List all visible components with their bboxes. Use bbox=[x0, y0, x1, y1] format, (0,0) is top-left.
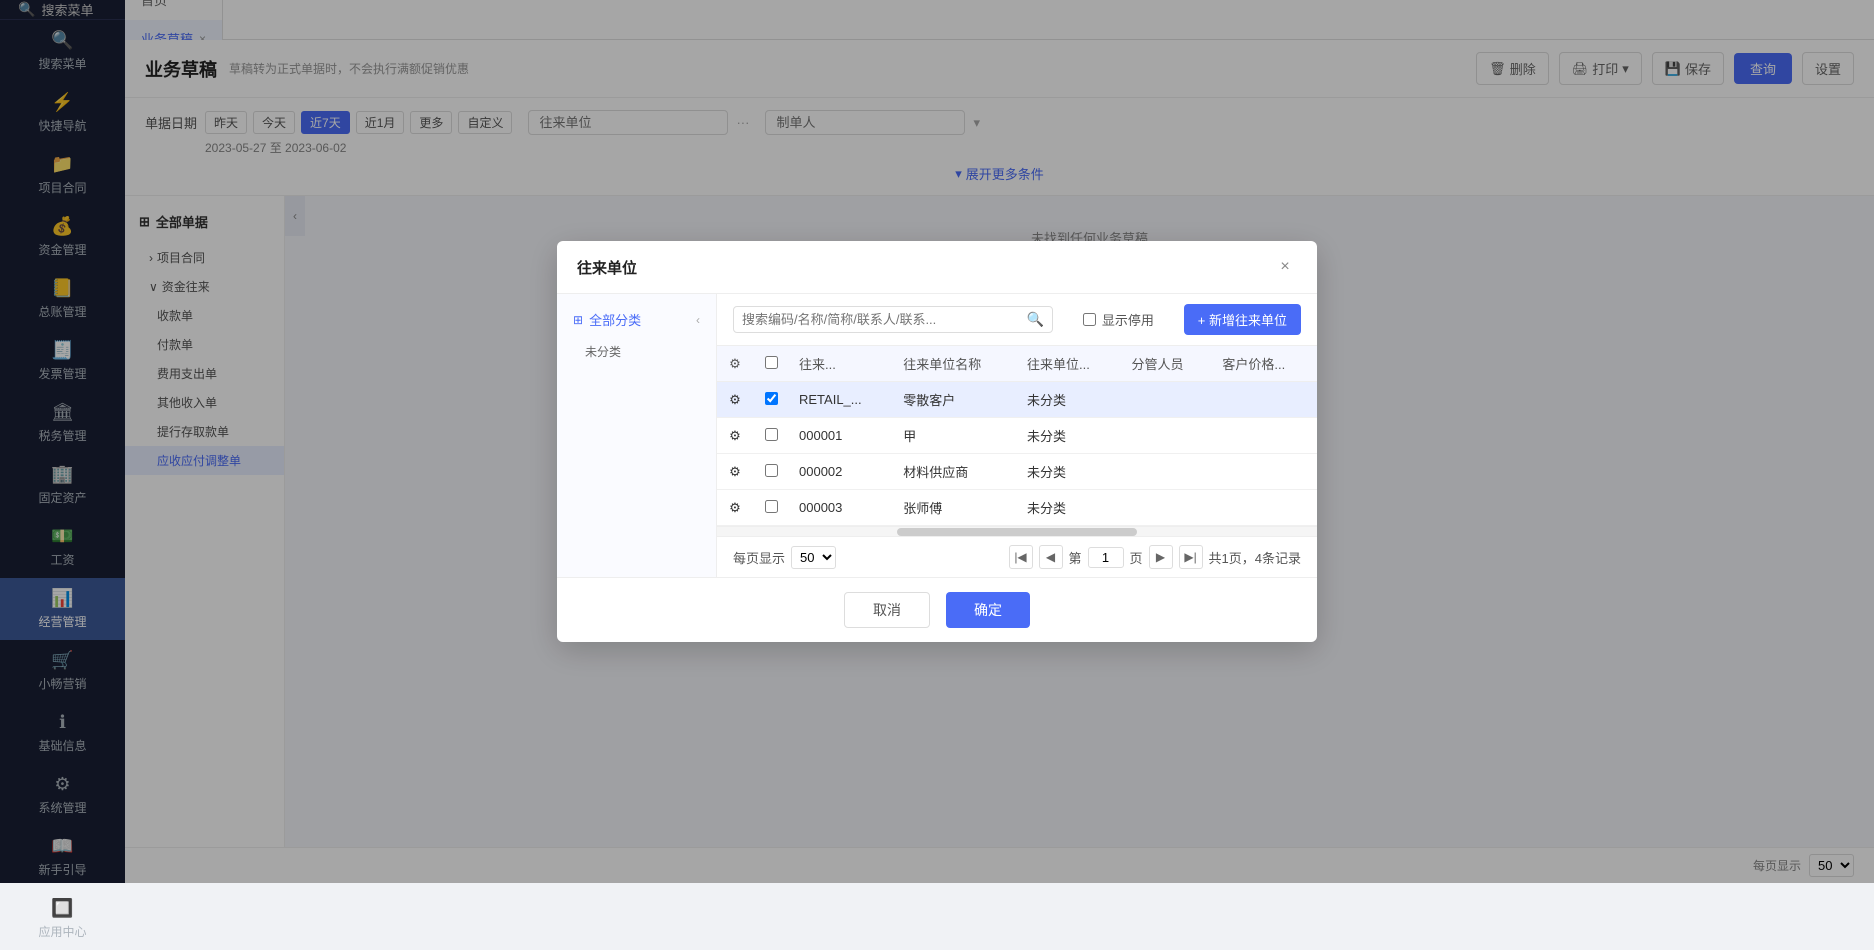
col-name-header: 往来单位名称 bbox=[893, 346, 1017, 382]
dialog-content: 🔍 显示停用 + 新增往来单位 ⚙ 往来... bbox=[717, 294, 1317, 577]
row-category-1: 未分类 bbox=[1017, 418, 1122, 454]
row-checkbox-0[interactable] bbox=[765, 392, 778, 405]
row-checkbox-3[interactable] bbox=[765, 500, 778, 513]
row-check-1[interactable] bbox=[753, 418, 789, 454]
col-price-header: 客户价格... bbox=[1212, 346, 1317, 382]
cancel-button[interactable]: 取消 bbox=[844, 592, 930, 628]
col-salesperson-header: 分管人员 bbox=[1122, 346, 1213, 382]
row-checkbox-1[interactable] bbox=[765, 428, 778, 441]
first-page-btn[interactable]: |◀ bbox=[1009, 545, 1033, 569]
col-code-header: 往来... bbox=[789, 346, 893, 382]
page-size-select[interactable]: 50 bbox=[791, 546, 836, 569]
pagination-controls: |◀ ◀ 第 页 ▶ ▶| 共1页，4条记录 bbox=[1009, 545, 1302, 569]
prev-page-btn[interactable]: ◀ bbox=[1039, 545, 1063, 569]
page-number-input[interactable] bbox=[1088, 547, 1124, 568]
next-page-btn[interactable]: ▶ bbox=[1149, 545, 1173, 569]
select-all-checkbox[interactable] bbox=[765, 356, 778, 369]
dialog-close-button[interactable]: × bbox=[1273, 255, 1297, 279]
dialog-uncategorized[interactable]: 未分类 bbox=[557, 337, 716, 366]
show-disabled-checkbox[interactable] bbox=[1083, 313, 1096, 326]
add-counterparty-button[interactable]: + 新增往来单位 bbox=[1184, 304, 1301, 335]
row-icon-3: ⚙ bbox=[717, 490, 753, 526]
row-salesperson-1 bbox=[1122, 418, 1213, 454]
row-category-0: 未分类 bbox=[1017, 382, 1122, 418]
row-code-3: 000003 bbox=[789, 490, 893, 526]
dialog-footer-bar: 每页显示 50 |◀ ◀ 第 页 ▶ ▶| 共1页，4条记录 bbox=[717, 536, 1317, 577]
row-category-3: 未分类 bbox=[1017, 490, 1122, 526]
row-price-2 bbox=[1212, 454, 1317, 490]
search-icon: 🔍 bbox=[1027, 311, 1044, 328]
scrollbar-thumb[interactable] bbox=[897, 528, 1137, 536]
horizontal-scrollbar[interactable] bbox=[717, 526, 1317, 536]
row-icon-0: ⚙ bbox=[717, 382, 753, 418]
row-name-1: 甲 bbox=[893, 418, 1017, 454]
row-price-1 bbox=[1212, 418, 1317, 454]
last-page-btn[interactable]: ▶| bbox=[1179, 545, 1203, 569]
row-check-0[interactable] bbox=[753, 382, 789, 418]
dialog-table: ⚙ 往来... 往来单位名称 往来单位... 分管人员 客户价格... ⚙ bbox=[717, 346, 1317, 526]
table-row[interactable]: ⚙ 000002 材料供应商 未分类 bbox=[717, 454, 1317, 490]
show-disabled-label[interactable]: 显示停用 bbox=[1083, 310, 1154, 329]
dialog-all-category[interactable]: ⊞ 全部分类 ‹ bbox=[557, 302, 716, 337]
row-name-3: 张师傅 bbox=[893, 490, 1017, 526]
row-category-2: 未分类 bbox=[1017, 454, 1122, 490]
col-check-header bbox=[753, 346, 789, 382]
dialog-body: ⊞ 全部分类 ‹ 未分类 🔍 显示停用 + 新增往来单位 bbox=[557, 294, 1317, 577]
counterparty-dialog: 往来单位 × ⊞ 全部分类 ‹ 未分类 🔍 bbox=[557, 241, 1317, 642]
row-check-3[interactable] bbox=[753, 490, 789, 526]
row-code-2: 000002 bbox=[789, 454, 893, 490]
dialog-title: 往来单位 bbox=[577, 257, 637, 278]
sidebar-collapse-icon: ‹ bbox=[696, 313, 700, 327]
row-price-3 bbox=[1212, 490, 1317, 526]
modal-overlay: 往来单位 × ⊞ 全部分类 ‹ 未分类 🔍 bbox=[0, 0, 1874, 883]
table-row[interactable]: ⚙ RETAIL_... 零散客户 未分类 bbox=[717, 382, 1317, 418]
row-salesperson-3 bbox=[1122, 490, 1213, 526]
row-salesperson-0 bbox=[1122, 382, 1213, 418]
col-category-header: 往来单位... bbox=[1017, 346, 1122, 382]
dialog-sidebar: ⊞ 全部分类 ‹ 未分类 bbox=[557, 294, 717, 577]
row-salesperson-2 bbox=[1122, 454, 1213, 490]
apps-icon: 🔲 bbox=[51, 898, 73, 919]
sidebar-label-apps: 应用中心 bbox=[38, 923, 86, 940]
dialog-search-input[interactable] bbox=[742, 312, 1021, 327]
row-code-0: RETAIL_... bbox=[789, 382, 893, 418]
page-size-area: 每页显示 50 bbox=[733, 546, 836, 569]
row-check-2[interactable] bbox=[753, 454, 789, 490]
row-icon-1: ⚙ bbox=[717, 418, 753, 454]
row-checkbox-2[interactable] bbox=[765, 464, 778, 477]
row-name-2: 材料供应商 bbox=[893, 454, 1017, 490]
table-row[interactable]: ⚙ 000003 张师傅 未分类 bbox=[717, 490, 1317, 526]
row-name-0: 零散客户 bbox=[893, 382, 1017, 418]
row-icon-2: ⚙ bbox=[717, 454, 753, 490]
table-row[interactable]: ⚙ 000001 甲 未分类 bbox=[717, 418, 1317, 454]
row-code-1: 000001 bbox=[789, 418, 893, 454]
confirm-button[interactable]: 确定 bbox=[946, 592, 1030, 628]
sidebar-item-apps[interactable]: 🔲 应用中心 bbox=[0, 888, 125, 950]
dialog-toolbar: 🔍 显示停用 + 新增往来单位 bbox=[717, 294, 1317, 346]
dialog-search-wrap: 🔍 bbox=[733, 306, 1053, 333]
grid-icon-small: ⊞ bbox=[573, 313, 583, 327]
dialog-actions: 取消 确定 bbox=[557, 577, 1317, 642]
dialog-header: 往来单位 × bbox=[557, 241, 1317, 294]
col-icon-header: ⚙ bbox=[717, 346, 753, 382]
dialog-table-wrap: ⚙ 往来... 往来单位名称 往来单位... 分管人员 客户价格... ⚙ bbox=[717, 346, 1317, 526]
row-price-0 bbox=[1212, 382, 1317, 418]
